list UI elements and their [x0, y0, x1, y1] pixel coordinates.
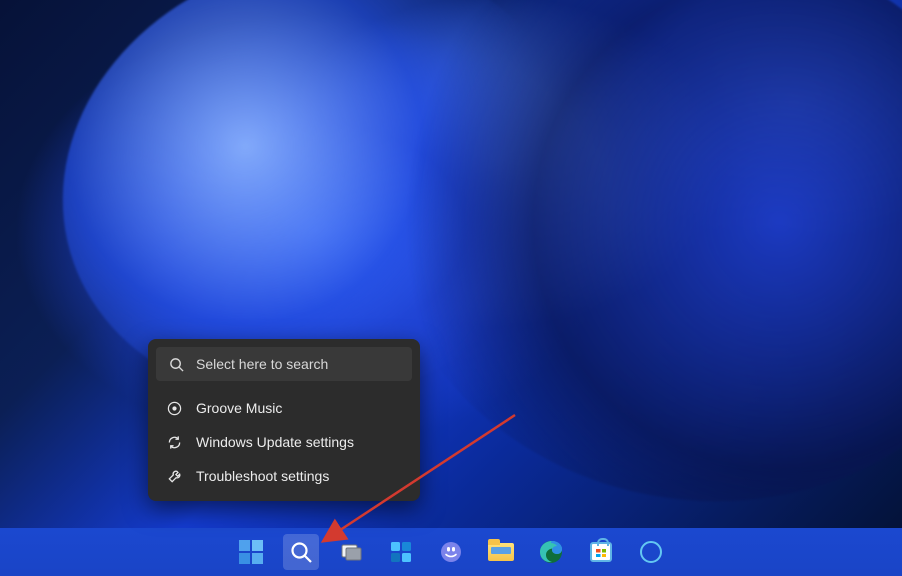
- store-icon: [590, 542, 612, 562]
- suggestion-windows-update[interactable]: Windows Update settings: [156, 425, 412, 459]
- suggestion-label: Groove Music: [196, 400, 282, 416]
- disc-icon: [166, 400, 182, 416]
- file-explorer-button[interactable]: [483, 534, 519, 570]
- windows-logo-icon: [239, 540, 263, 564]
- cortana-icon: [640, 541, 662, 563]
- search-input-container[interactable]: [156, 347, 412, 381]
- chat-button[interactable]: [433, 534, 469, 570]
- edge-button[interactable]: [533, 534, 569, 570]
- store-button[interactable]: [583, 534, 619, 570]
- search-icon: [289, 540, 313, 564]
- start-button[interactable]: [233, 534, 269, 570]
- search-suggestions: Groove Music Windows Update settings Tro…: [156, 391, 412, 493]
- wrench-icon: [166, 468, 182, 484]
- desktop-wallpaper: [0, 0, 902, 576]
- widgets-icon: [389, 540, 413, 564]
- widgets-button[interactable]: [383, 534, 419, 570]
- suggestion-label: Troubleshoot settings: [196, 468, 329, 484]
- suggestion-troubleshoot[interactable]: Troubleshoot settings: [156, 459, 412, 493]
- refresh-icon: [166, 434, 182, 450]
- suggestion-label: Windows Update settings: [196, 434, 354, 450]
- task-view-icon: [339, 540, 363, 564]
- task-view-button[interactable]: [333, 534, 369, 570]
- edge-icon: [539, 540, 563, 564]
- chat-icon: [439, 540, 463, 564]
- search-popup: Groove Music Windows Update settings Tro…: [148, 339, 420, 501]
- search-button[interactable]: [283, 534, 319, 570]
- cortana-button[interactable]: [633, 534, 669, 570]
- search-input[interactable]: [196, 356, 400, 372]
- search-icon: [168, 356, 184, 372]
- suggestion-groove-music[interactable]: Groove Music: [156, 391, 412, 425]
- taskbar: [0, 528, 902, 576]
- file-explorer-icon: [488, 543, 514, 561]
